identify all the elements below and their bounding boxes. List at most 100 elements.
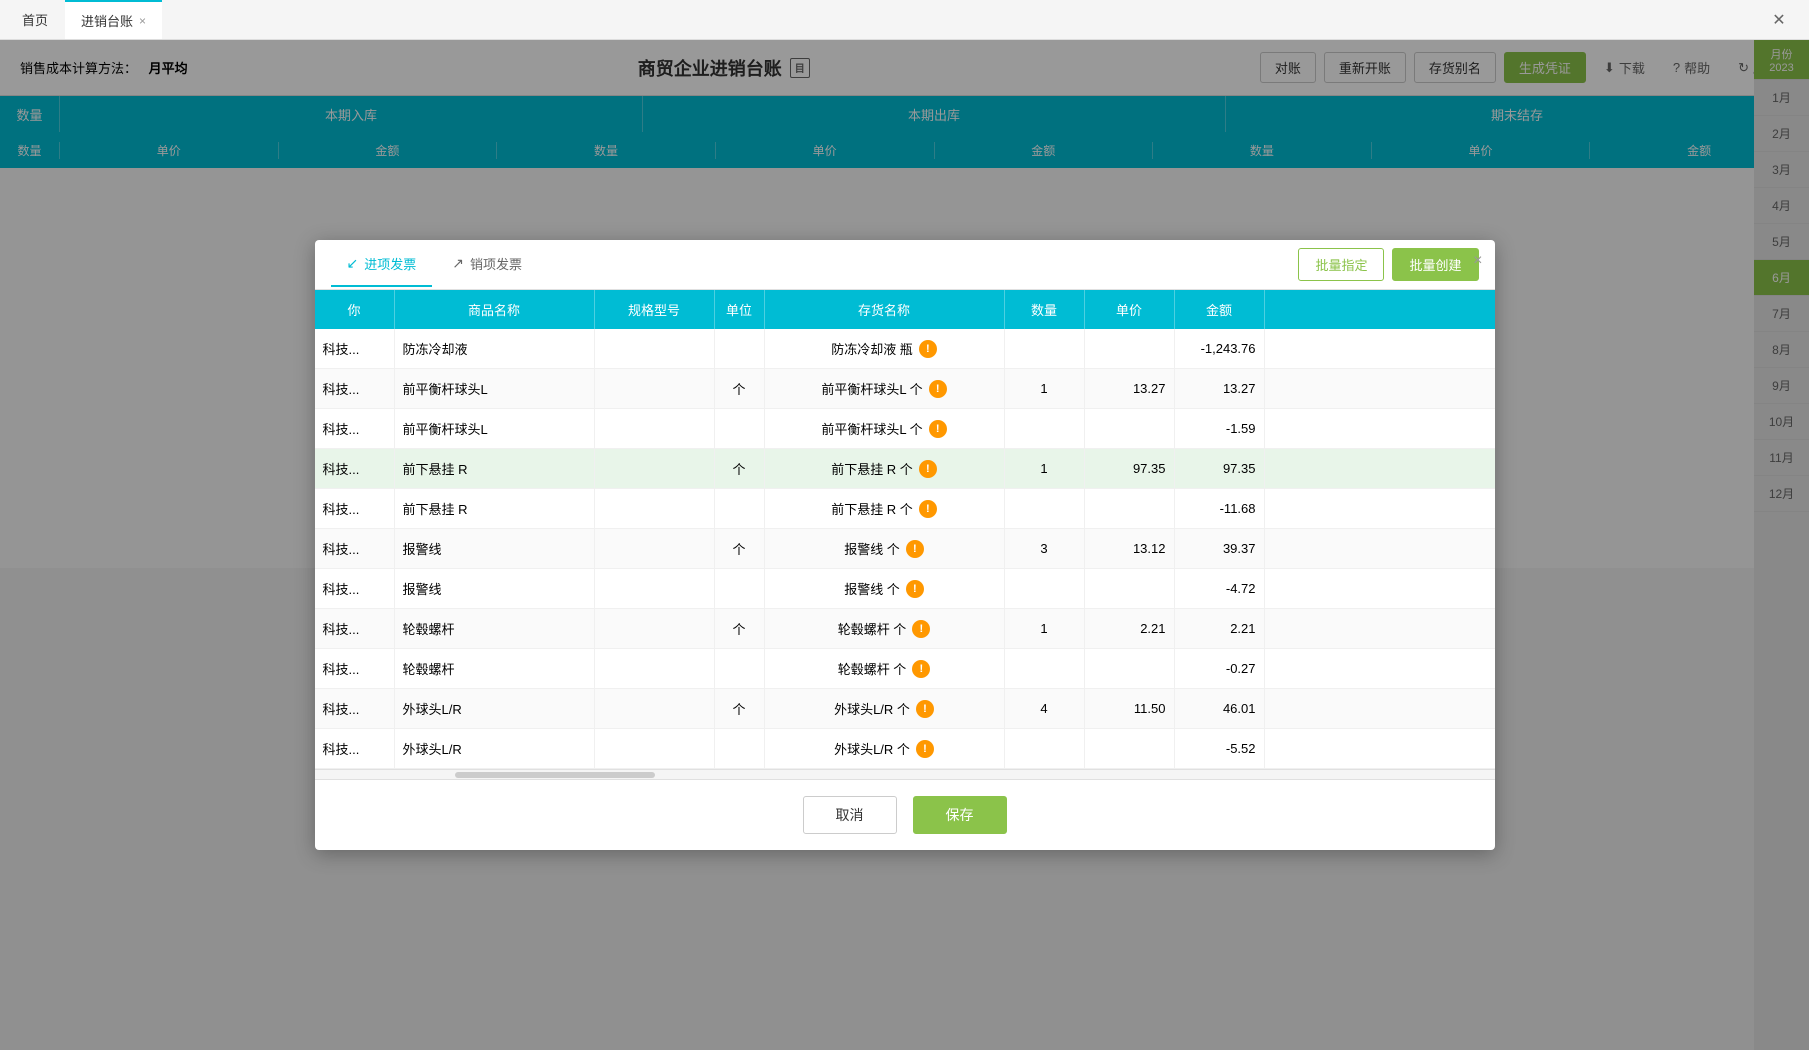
cell-unit-price [1085, 649, 1175, 688]
cell-goods-name: 前平衡杆球头L [395, 409, 595, 448]
cell-amount: 2.21 [1175, 609, 1265, 648]
inventory-name-text: 轮毂螺杆 个 [838, 659, 907, 678]
cell-amount: -1.59 [1175, 409, 1265, 448]
dialog-header: ↙ 进项发票 ↗ 销项发票 批量指定 批量创建 × [315, 240, 1495, 290]
tab-out-invoice[interactable]: ↗ 销项发票 [436, 242, 538, 287]
cell-spec [595, 369, 715, 408]
table-row[interactable]: 科技... 前平衡杆球头L 前平衡杆球头L 个 ! -1.59 [315, 409, 1495, 449]
inventory-name-text: 报警线 个 [844, 579, 900, 598]
cell-goods-name: 轮毂螺杆 [395, 649, 595, 688]
cell-unit [715, 329, 765, 368]
cell-unit: 个 [715, 449, 765, 488]
batch-create-button[interactable]: 批量创建 [1392, 248, 1478, 281]
ledger-tab-label: 进销台账 [81, 11, 133, 30]
dialog-table-body: 科技... 防冻冷却液 防冻冷却液 瓶 ! -1,243.76 科技... 前平… [315, 329, 1495, 769]
cell-unit-price [1085, 489, 1175, 528]
cell-quantity [1005, 649, 1085, 688]
cell-goods-name: 报警线 [395, 529, 595, 568]
table-row[interactable]: 科技... 前下悬挂 R 前下悬挂 R 个 ! -11.68 [315, 489, 1495, 529]
col-amount: 金额 [1175, 290, 1265, 329]
cell-unit [715, 649, 765, 688]
cell-inventory-name: 外球头L/R 个 ! [765, 689, 1005, 728]
cell-spec [595, 569, 715, 608]
warn-icon: ! [929, 420, 947, 438]
cell-spec [595, 689, 715, 728]
inventory-name-text: 前平衡杆球头L 个 [821, 379, 922, 398]
table-row[interactable]: 科技... 轮毂螺杆 轮毂螺杆 个 ! -0.27 [315, 649, 1495, 689]
cell-quantity: 1 [1005, 609, 1085, 648]
cell-inventory-name: 前平衡杆球头L 个 ! [765, 409, 1005, 448]
cell-goods-name: 前下悬挂 R [395, 449, 595, 488]
home-tab[interactable]: 首页 [10, 0, 60, 39]
cell-quantity [1005, 729, 1085, 768]
tab-close-icon[interactable]: × [139, 14, 146, 28]
warn-icon: ! [906, 540, 924, 558]
table-row[interactable]: 科技... 前下悬挂 R 个 前下悬挂 R 个 ! 1 97.35 97.35 [315, 449, 1495, 489]
warn-icon: ! [919, 500, 937, 518]
cell-spec [595, 329, 715, 368]
table-row[interactable]: 科技... 轮毂螺杆 个 轮毂螺杆 个 ! 1 2.21 2.21 [315, 609, 1495, 649]
table-row[interactable]: 科技... 前平衡杆球头L 个 前平衡杆球头L 个 ! 1 13.27 13.2… [315, 369, 1495, 409]
inventory-name-text: 报警线 个 [844, 539, 900, 558]
cell-quantity: 3 [1005, 529, 1085, 568]
main-content: 销售成本计算方法： 月平均 商贸企业进销台账 目 对账 重新开账 存货别名 生成… [0, 40, 1809, 1050]
col-quantity: 数量 [1005, 290, 1085, 329]
out-invoice-icon: ↗ [452, 255, 464, 272]
warn-icon: ! [919, 340, 937, 358]
dialog-close-button[interactable]: × [1473, 252, 1482, 270]
cell-unit-price [1085, 729, 1175, 768]
cell-amount: -0.27 [1175, 649, 1265, 688]
save-button[interactable]: 保存 [913, 796, 1007, 834]
cell-quantity [1005, 329, 1085, 368]
ledger-tab[interactable]: 进销台账 × [65, 0, 162, 39]
col-inventory-name: 存货名称 [765, 290, 1005, 329]
cell-supplier: 科技... [315, 449, 395, 488]
cancel-button[interactable]: 取消 [803, 796, 897, 834]
cell-inventory-name: 前下悬挂 R 个 ! [765, 489, 1005, 528]
table-row[interactable]: 科技... 外球头L/R 个 外球头L/R 个 ! 4 11.50 46.01 [315, 689, 1495, 729]
batch-assign-button[interactable]: 批量指定 [1298, 248, 1384, 281]
in-invoice-icon: ↙ [347, 255, 359, 272]
cell-amount: -4.72 [1175, 569, 1265, 608]
cell-unit [715, 569, 765, 608]
cell-amount: -11.68 [1175, 489, 1265, 528]
modal-overlay: ↙ 进项发票 ↗ 销项发票 批量指定 批量创建 × 你 商品名称 规格型 [0, 40, 1809, 1050]
col-spec: 规格型号 [595, 290, 715, 329]
inventory-name-text: 外球头L/R 个 [834, 739, 910, 758]
dialog: ↙ 进项发票 ↗ 销项发票 批量指定 批量创建 × 你 商品名称 规格型 [315, 240, 1495, 850]
cell-amount: -5.52 [1175, 729, 1265, 768]
table-row[interactable]: 科技... 报警线 个 报警线 个 ! 3 13.12 39.37 [315, 529, 1495, 569]
cell-unit [715, 729, 765, 768]
cell-goods-name: 前下悬挂 R [395, 489, 595, 528]
cell-inventory-name: 轮毂螺杆 个 ! [765, 609, 1005, 648]
cell-unit: 个 [715, 689, 765, 728]
cell-goods-name: 报警线 [395, 569, 595, 608]
cell-supplier: 科技... [315, 649, 395, 688]
cell-spec [595, 649, 715, 688]
window-close-button[interactable]: ✕ [1759, 0, 1799, 40]
inventory-name-text: 防冻冷却液 瓶 [831, 339, 913, 358]
cell-quantity: 4 [1005, 689, 1085, 728]
cell-unit: 个 [715, 609, 765, 648]
col-goods-name: 商品名称 [395, 290, 595, 329]
inventory-name-text: 前下悬挂 R 个 [831, 459, 913, 478]
table-row[interactable]: 科技... 防冻冷却液 防冻冷却液 瓶 ! -1,243.76 [315, 329, 1495, 369]
cell-spec [595, 729, 715, 768]
cell-spec [595, 529, 715, 568]
cell-supplier: 科技... [315, 369, 395, 408]
cell-inventory-name: 防冻冷却液 瓶 ! [765, 329, 1005, 368]
dialog-scrollbar-thumb[interactable] [455, 772, 655, 778]
cell-amount: -1,243.76 [1175, 329, 1265, 368]
col-supplier: 你 [315, 290, 395, 329]
dialog-scrollbar[interactable] [315, 769, 1495, 779]
cell-inventory-name: 轮毂螺杆 个 ! [765, 649, 1005, 688]
top-bar: 首页 进销台账 × ✕ [0, 0, 1809, 40]
cell-supplier: 科技... [315, 329, 395, 368]
cell-unit-price [1085, 569, 1175, 608]
cell-inventory-name: 报警线 个 ! [765, 529, 1005, 568]
cell-goods-name: 轮毂螺杆 [395, 609, 595, 648]
tab-in-invoice[interactable]: ↙ 进项发票 [331, 242, 433, 287]
table-row[interactable]: 科技... 报警线 报警线 个 ! -4.72 [315, 569, 1495, 609]
dialog-table-header: 你 商品名称 规格型号 单位 存货名称 数量 单价 金额 [315, 290, 1495, 329]
table-row[interactable]: 科技... 外球头L/R 外球头L/R 个 ! -5.52 [315, 729, 1495, 769]
